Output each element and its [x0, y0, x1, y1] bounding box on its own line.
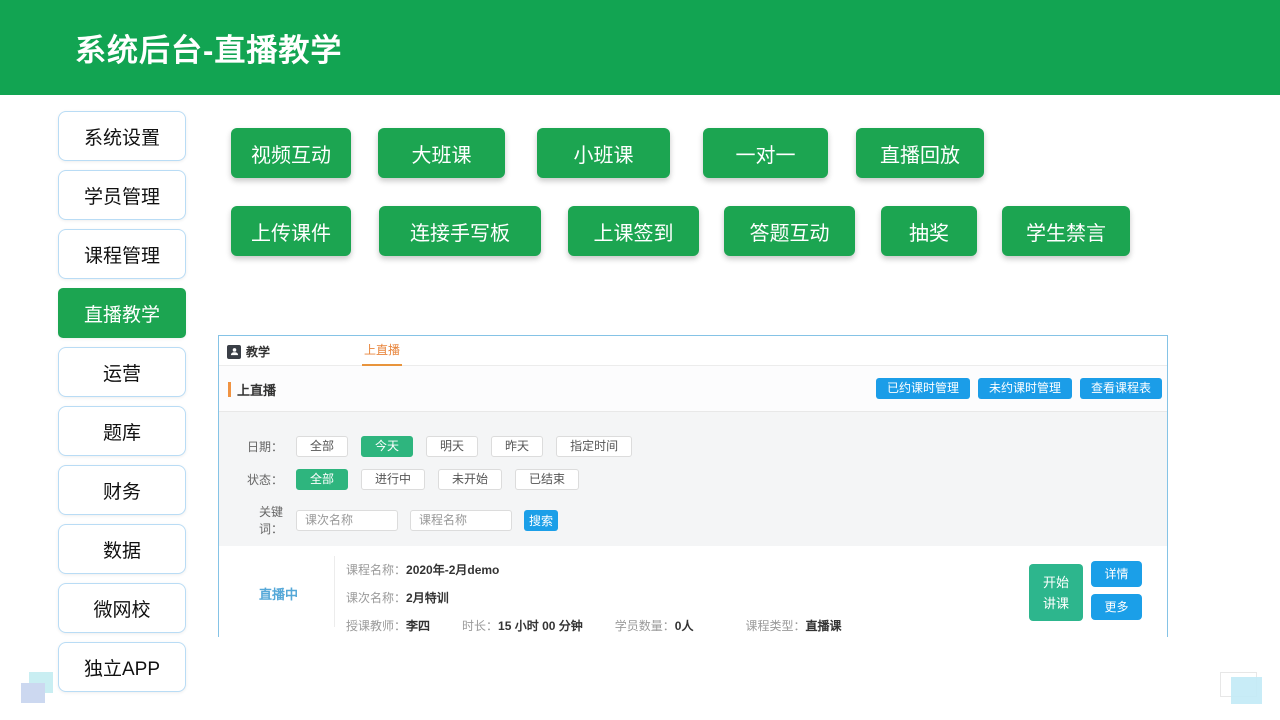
keyword-filter-row: 关键词： 搜索 — [237, 503, 558, 537]
course-name-value: 2020年-2月demo — [406, 561, 499, 578]
lesson-name-line: 课次名称： 2月特训 — [346, 583, 873, 611]
status-filter-row: 状态： 全部 进行中 未开始 已结束 — [237, 469, 592, 490]
unbooked-lessons-button[interactable]: 未约课时管理 — [978, 378, 1072, 399]
sidebar-item-student-management[interactable]: 学员管理 — [58, 170, 186, 220]
section-accent-bar — [228, 382, 231, 397]
status-option-ended[interactable]: 已结束 — [515, 469, 579, 490]
course-name-line: 课程名称： 2020年-2月demo — [346, 555, 873, 583]
status-option-all[interactable]: 全部 — [296, 469, 348, 490]
live-admin-panel: 教学 上直播 上直播 已约课时管理 未约课时管理 查看课程表 日期： 全部 今天… — [218, 335, 1168, 637]
booked-lessons-button[interactable]: 已约课时管理 — [876, 378, 970, 399]
more-button[interactable]: 更多 — [1091, 594, 1142, 620]
sidebar-item-question-bank[interactable]: 题库 — [58, 406, 186, 456]
lesson-name-input[interactable] — [296, 510, 398, 531]
date-filter-label: 日期： — [237, 438, 283, 455]
feature-class-signin[interactable]: 上课签到 — [568, 206, 699, 256]
sidebar-item-live-teaching[interactable]: 直播教学 — [58, 288, 186, 338]
lesson-name-value: 2月特训 — [406, 589, 449, 606]
panel-tabbar: 教学 上直播 — [219, 336, 1167, 366]
row-divider — [334, 556, 335, 627]
course-type-meta: 课程类型： 直播课 — [745, 617, 841, 634]
live-status-badge: 直播中 — [259, 584, 298, 603]
page-title: 系统后台-直播教学 — [75, 25, 342, 70]
sidebar-item-operations[interactable]: 运营 — [58, 347, 186, 397]
feature-large-class[interactable]: 大班课 — [378, 128, 505, 178]
lesson-name-label: 课次名称： — [346, 589, 406, 606]
teacher-meta: 授课教师： 李四 — [346, 617, 430, 634]
sidebar-item-finance[interactable]: 财务 — [58, 465, 186, 515]
decoration-square-bottom-right-cyan — [1231, 677, 1262, 704]
sidebar-item-system-settings[interactable]: 系统设置 — [58, 111, 186, 161]
header-bar: 系统后台-直播教学 — [0, 0, 1280, 95]
feature-upload-courseware[interactable]: 上传课件 — [231, 206, 351, 256]
status-option-ongoing[interactable]: 进行中 — [361, 469, 425, 490]
teaching-app-icon — [227, 345, 241, 359]
feature-small-class[interactable]: 小班课 — [537, 128, 670, 178]
sidebar-item-course-management[interactable]: 课程管理 — [58, 229, 186, 279]
sidebar-item-standalone-app[interactable]: 独立APP — [58, 642, 186, 692]
detail-button[interactable]: 详情 — [1091, 561, 1142, 587]
status-filter-label: 状态： — [237, 471, 283, 488]
section-title-text: 上直播 — [237, 380, 276, 399]
status-option-not-started[interactable]: 未开始 — [438, 469, 502, 490]
start-teaching-button[interactable]: 开始讲课 — [1029, 564, 1083, 621]
feature-student-mute[interactable]: 学生禁言 — [1002, 206, 1130, 256]
view-schedule-button[interactable]: 查看课程表 — [1080, 378, 1162, 399]
tab-go-live[interactable]: 上直播 — [362, 336, 402, 366]
section-header-row: 上直播 已约课时管理 未约课时管理 查看课程表 — [219, 366, 1167, 412]
meta-line: 授课教师： 李四 时长： 15 小时 00 分钟 学员数量： 0人 课程类型： … — [346, 611, 873, 639]
section-title: 上直播 — [228, 380, 276, 399]
duration-meta: 时长： 15 小时 00 分钟 — [462, 617, 583, 634]
feature-connect-tablet[interactable]: 连接手写板 — [379, 206, 541, 256]
filter-area: 日期： 全部 今天 明天 昨天 指定时间 状态： 全部 进行中 未开始 已结束 … — [219, 412, 1167, 546]
search-button[interactable]: 搜索 — [524, 510, 558, 531]
sidebar-item-data[interactable]: 数据 — [58, 524, 186, 574]
feature-video-interaction[interactable]: 视频互动 — [231, 128, 351, 178]
feature-live-replay[interactable]: 直播回放 — [856, 128, 984, 178]
sidebar-item-micro-school[interactable]: 微网校 — [58, 583, 186, 633]
feature-lottery[interactable]: 抽奖 — [881, 206, 977, 256]
sidebar: 系统设置 学员管理 课程管理 直播教学 运营 题库 财务 数据 微网校 独立AP… — [58, 111, 186, 701]
date-option-all[interactable]: 全部 — [296, 436, 348, 457]
course-list-row: 直播中 课程名称： 2020年-2月demo 课次名称： 2月特训 授课教师： … — [219, 546, 1167, 637]
date-option-custom[interactable]: 指定时间 — [556, 436, 632, 457]
app-chip-label: 教学 — [246, 343, 270, 360]
decoration-square-bottom-left-lavender — [21, 683, 45, 703]
student-count-meta: 学员数量： 0人 — [615, 617, 694, 634]
keyword-filter-label: 关键词： — [237, 503, 283, 537]
date-option-tomorrow[interactable]: 明天 — [426, 436, 478, 457]
course-details: 课程名称： 2020年-2月demo 课次名称： 2月特训 授课教师： 李四 时… — [346, 555, 873, 639]
app-chip: 教学 — [227, 343, 270, 360]
feature-quiz-interaction[interactable]: 答题互动 — [724, 206, 855, 256]
date-filter-row: 日期： 全部 今天 明天 昨天 指定时间 — [237, 436, 645, 457]
section-actions: 已约课时管理 未约课时管理 查看课程表 — [868, 378, 1162, 399]
date-option-today[interactable]: 今天 — [361, 436, 413, 457]
date-option-yesterday[interactable]: 昨天 — [491, 436, 543, 457]
feature-one-on-one[interactable]: 一对一 — [703, 128, 828, 178]
course-name-input[interactable] — [410, 510, 512, 531]
course-name-label: 课程名称： — [346, 561, 406, 578]
